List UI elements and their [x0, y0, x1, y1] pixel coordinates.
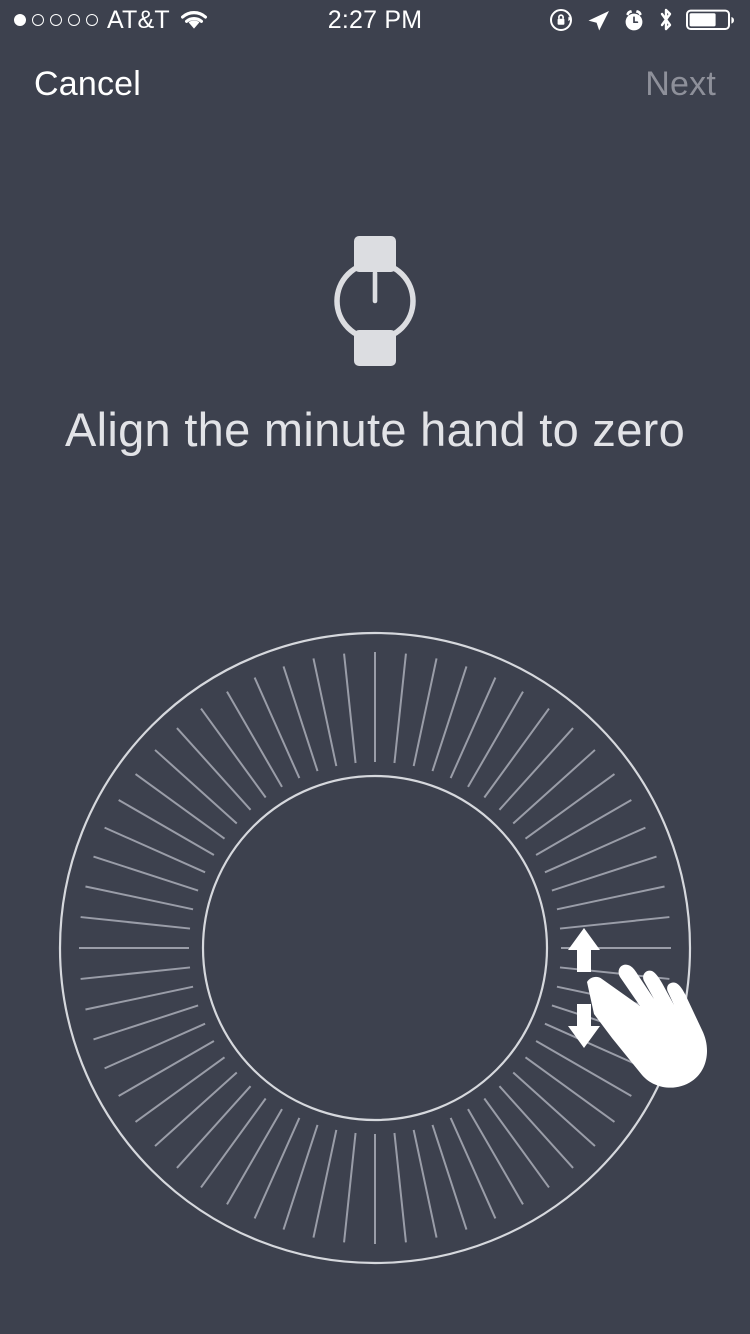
dial-tick	[118, 1040, 215, 1097]
dial-tick	[85, 885, 194, 911]
dial-tick	[134, 773, 226, 840]
watch-icon	[323, 236, 427, 366]
signal-dot-5	[86, 14, 98, 26]
dial-tick	[85, 985, 194, 1011]
dial-tick	[512, 749, 596, 825]
dial-tick	[312, 658, 338, 767]
dial-tick	[80, 966, 191, 980]
dial-tick	[176, 727, 252, 811]
dial-tick	[483, 707, 550, 799]
status-bar: AT&T 2:27 PM	[0, 0, 750, 40]
dial-tick	[524, 773, 616, 840]
dial-tick	[80, 916, 191, 930]
signal-strength-dots	[14, 14, 98, 26]
dial-tick	[393, 653, 407, 764]
dial-tick	[498, 727, 574, 811]
dial-tick	[412, 658, 438, 767]
dial-tick	[343, 653, 357, 764]
dial-tick	[200, 1097, 267, 1189]
dial-tick	[535, 799, 632, 856]
signal-dot-3	[50, 14, 62, 26]
dial-tick	[412, 1129, 438, 1238]
dial-tick	[226, 691, 283, 788]
signal-dot-1	[14, 14, 26, 26]
carrier-label: AT&T	[107, 5, 170, 34]
dial-tick	[154, 749, 238, 825]
dial-tick	[467, 1108, 524, 1205]
page-title: Align the minute hand to zero	[64, 403, 686, 456]
dial-tick	[498, 1085, 574, 1169]
dial-tick	[176, 1085, 252, 1169]
swipe-gesture-hint	[556, 920, 728, 1095]
signal-dot-4	[68, 14, 80, 26]
rotation-lock-icon	[549, 7, 575, 33]
dial-tick	[467, 691, 524, 788]
dial-tick	[483, 1097, 550, 1189]
dial-tick	[343, 1132, 357, 1243]
dial-tick	[200, 707, 267, 799]
status-bar-left: AT&T	[14, 6, 328, 35]
hand-swipe-icon	[587, 964, 708, 1088]
bluetooth-icon	[657, 7, 675, 33]
dial-tick	[393, 1132, 407, 1243]
dial-inner-ring	[201, 774, 549, 1122]
status-bar-clock: 2:27 PM	[327, 5, 423, 34]
alarm-clock-icon	[622, 8, 646, 33]
location-arrow-icon	[586, 8, 611, 33]
battery-icon	[686, 8, 736, 32]
dial-tick	[118, 799, 215, 856]
status-bar-right	[422, 7, 736, 33]
dial-tick	[312, 1129, 338, 1238]
next-button[interactable]: Next	[645, 65, 716, 104]
navigation-bar: Cancel Next	[0, 40, 750, 128]
signal-dot-2	[32, 14, 44, 26]
dial-tick	[226, 1108, 283, 1205]
cancel-button[interactable]: Cancel	[34, 65, 141, 104]
dial-tick	[134, 1056, 226, 1123]
dial-tick	[154, 1071, 238, 1147]
dial-tick	[556, 885, 665, 911]
arrow-up-icon	[568, 928, 600, 972]
wifi-icon	[179, 9, 209, 31]
